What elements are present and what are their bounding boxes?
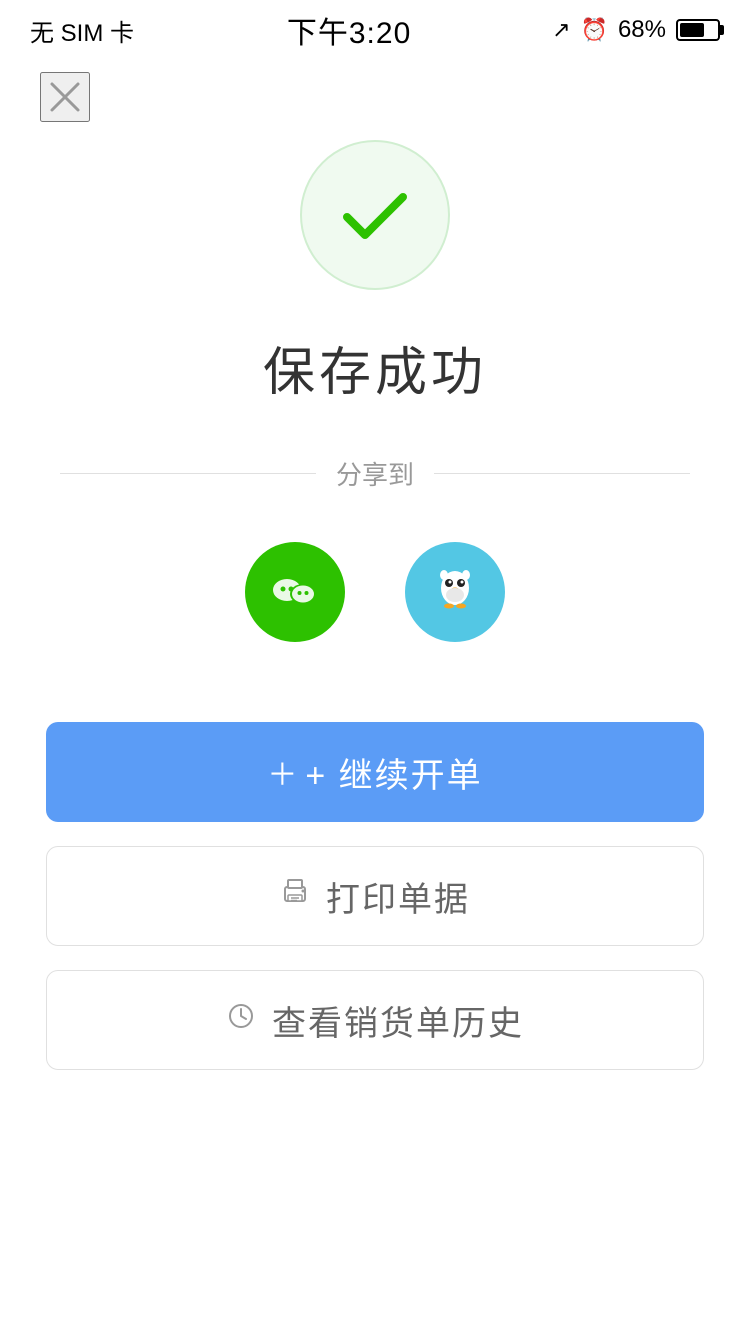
share-wechat-button[interactable] [245, 542, 345, 642]
printer-icon [280, 877, 310, 915]
share-icons-row [245, 542, 505, 642]
alarm-icon: ⏰ [581, 17, 608, 43]
success-icon-circle [300, 140, 450, 290]
battery-icon [676, 19, 720, 41]
sim-status: 无 SIM 卡 [30, 13, 134, 48]
qq-icon [424, 561, 486, 623]
print-label: 打印单据 [326, 872, 470, 921]
divider-line-right [434, 473, 690, 474]
success-title: 保存成功 [263, 330, 487, 405]
share-label: 分享到 [316, 455, 434, 492]
continue-label: + 继续开单 [305, 748, 482, 797]
history-label: 查看销货单历史 [272, 996, 524, 1045]
close-button[interactable] [40, 72, 90, 122]
battery-percentage: 68% [618, 16, 666, 44]
divider-line-left [60, 473, 316, 474]
history-icon [226, 1001, 256, 1039]
checkmark-icon [335, 175, 415, 255]
history-button[interactable]: 查看销货单历史 [46, 970, 704, 1070]
status-bar: 无 SIM 卡 下午3:20 ↗ ⏰ 68% [0, 0, 750, 60]
status-left: 无 SIM 卡 [30, 13, 146, 48]
plus-icon: ＋ [267, 750, 299, 794]
location-icon: ↗ [552, 17, 570, 43]
status-time: 下午3:20 [287, 8, 411, 52]
share-qq-button[interactable] [405, 542, 505, 642]
continue-button[interactable]: ＋ + 继续开单 [46, 722, 704, 822]
print-button[interactable]: 打印单据 [46, 846, 704, 946]
status-right: ↗ ⏰ 68% [552, 16, 720, 44]
wechat-icon [265, 562, 325, 622]
action-buttons: ＋ + 继续开单 打印单据 [0, 722, 750, 1070]
main-content: 保存成功 分享到 [0, 60, 750, 1070]
share-divider: 分享到 [0, 455, 750, 492]
